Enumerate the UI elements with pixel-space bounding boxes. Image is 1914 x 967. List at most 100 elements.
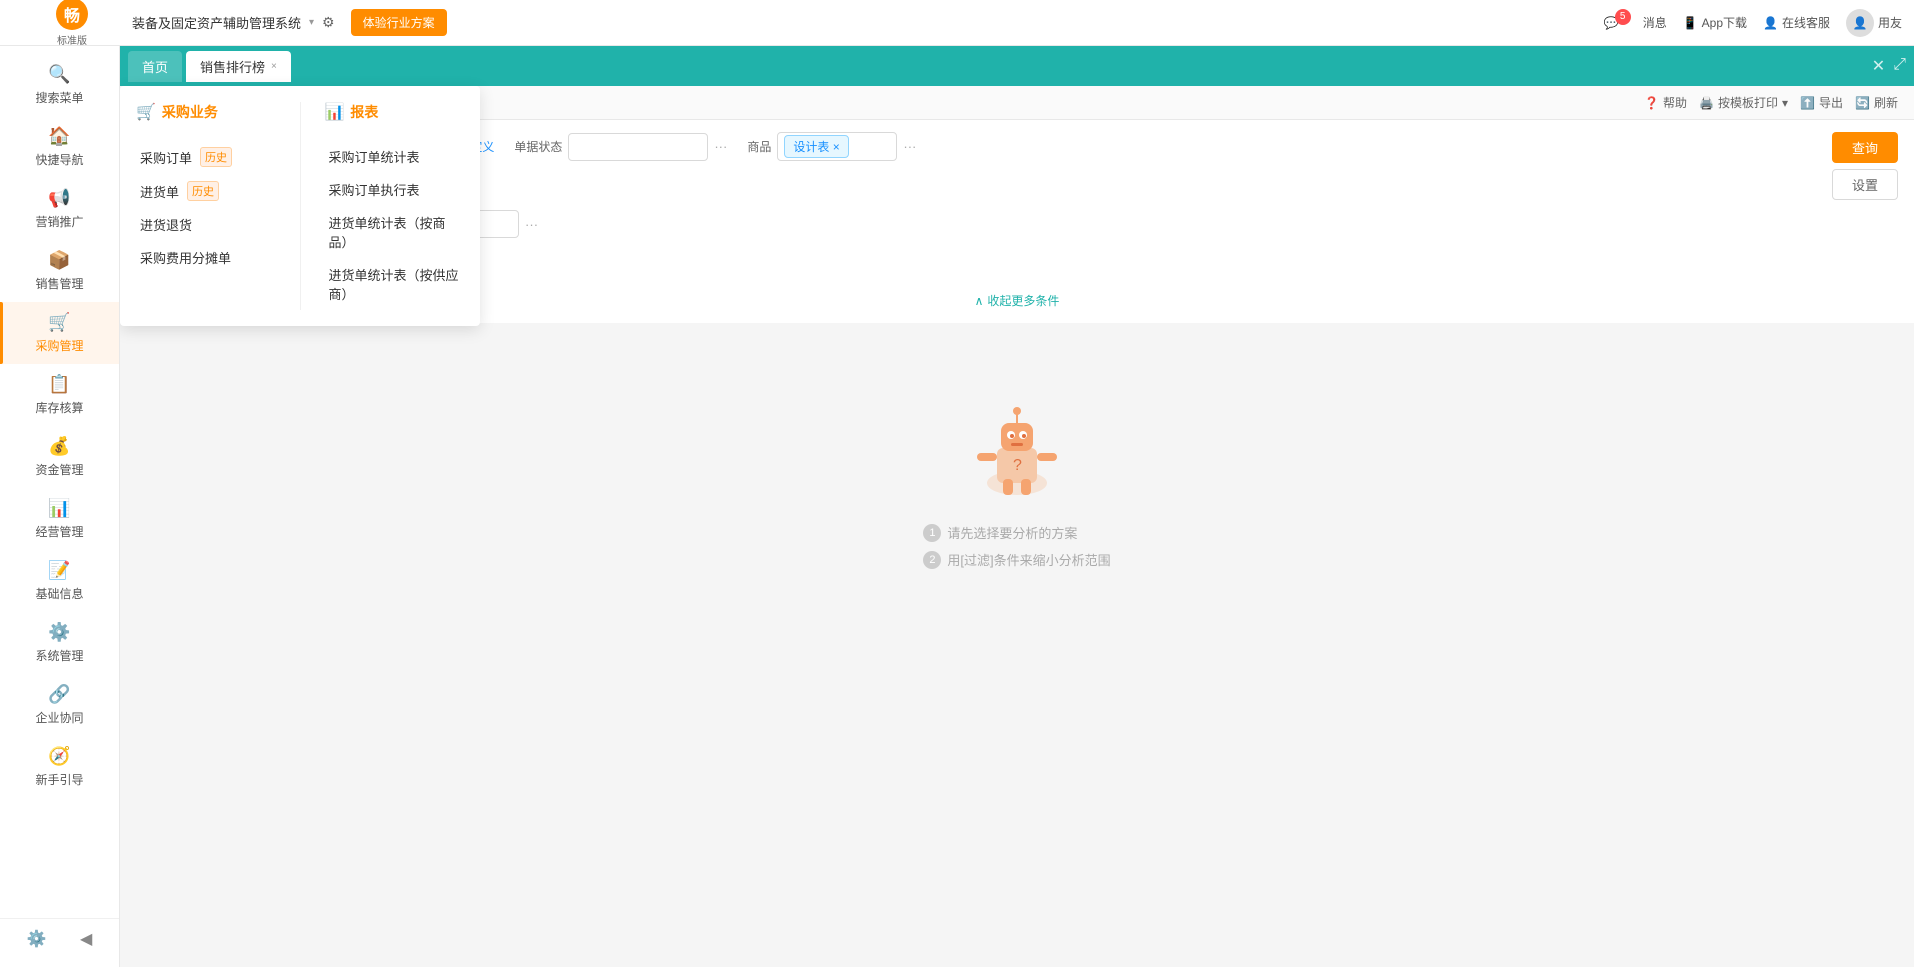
- doc-status-select[interactable]: [568, 133, 708, 161]
- purchase-col-title-text: 采购业务: [162, 102, 218, 122]
- tab-home[interactable]: 首页: [128, 51, 182, 82]
- tip-2-text: 用[过滤]条件来缩小分析范围: [947, 550, 1110, 569]
- purchase-expense-item[interactable]: 采购费用分摊单: [136, 241, 276, 274]
- message-item[interactable]: 💬 5 消息: [1604, 14, 1667, 31]
- stock-in-label: 进货单: [140, 182, 179, 201]
- purchase-order-label: 采购订单: [140, 148, 192, 167]
- print-btn[interactable]: 🖨️ 按模板打印 ▾: [1699, 94, 1788, 111]
- stock-in-by-supplier-item[interactable]: 进货单统计表（按供应商）: [325, 258, 465, 310]
- dropdown-separator: [300, 102, 301, 310]
- system-title-dropdown-icon[interactable]: ▾: [309, 17, 314, 28]
- industry-btn[interactable]: 体验行业方案: [351, 9, 447, 36]
- stock-in-item[interactable]: 进货单 历史: [136, 174, 276, 208]
- sidebar-item-basic-info-label: 基础信息: [35, 585, 83, 602]
- tab-home-label: 首页: [142, 57, 168, 76]
- bottom-settings-icon[interactable]: ⚙️: [27, 929, 47, 949]
- report-col: 📊 报表 采购订单统计表 采购订单执行表 进货单统计表（按商品） 进货单统计表（…: [325, 102, 465, 310]
- sidebar-item-operation[interactable]: 📊 经营管理: [0, 488, 119, 550]
- sidebar-item-operation-label: 经营管理: [35, 523, 83, 540]
- gear-icon: ⚙️: [48, 622, 70, 643]
- sidebar-item-quick-nav[interactable]: 🏠 快捷导航: [0, 116, 119, 178]
- app-download-label: App下载: [1702, 14, 1747, 31]
- sidebar-item-finance[interactable]: 💰 资金管理: [0, 426, 119, 488]
- sidebar-item-enterprise[interactable]: 🔗 企业协同: [0, 674, 119, 736]
- goods-more-icon[interactable]: ···: [903, 139, 916, 154]
- online-service-item[interactable]: 👤 在线客服: [1763, 14, 1830, 31]
- tab-close-all-icon[interactable]: ✕: [1872, 56, 1885, 76]
- report-col-icon: 📊: [325, 102, 345, 122]
- sidebar-item-marketing[interactable]: 📢 营销推广: [0, 178, 119, 240]
- sidebar-item-marketing-label: 营销推广: [35, 213, 83, 230]
- package-icon: 📦: [48, 250, 70, 271]
- sidebar-item-sales[interactable]: 📦 销售管理: [0, 240, 119, 302]
- sidebar-item-system-label: 系统管理: [35, 647, 83, 664]
- sidebar-item-inventory[interactable]: 📋 库存核算: [0, 364, 119, 426]
- refresh-label: 刷新: [1874, 94, 1898, 111]
- tab-bar: 首页 销售排行榜 × ✕ ⤢ 🛒 采购业务 采购订单: [120, 46, 1914, 86]
- sidebar-item-search-label: 搜索菜单: [35, 89, 83, 106]
- logo-area: 畅 标准版: [12, 0, 132, 47]
- doc-icon: 📝: [48, 560, 70, 581]
- collapse-label: 收起更多条件: [987, 292, 1059, 309]
- purchase-business-col-title: 🛒 采购业务: [136, 102, 276, 128]
- home-icon: 🏠: [48, 126, 70, 147]
- money-icon: 💰: [48, 436, 70, 457]
- user-item[interactable]: 👤 用友: [1846, 9, 1902, 37]
- app-download-item[interactable]: 📱 App下载: [1683, 14, 1747, 31]
- export-icon: ⬆️: [1800, 96, 1815, 110]
- salesperson-more-icon[interactable]: ···: [525, 217, 538, 232]
- export-label: 导出: [1819, 94, 1843, 111]
- doc-status-more-icon[interactable]: ···: [714, 139, 727, 154]
- purchase-order-summary-item[interactable]: 采购订单统计表: [325, 140, 465, 173]
- empty-tip-2: 2 用[过滤]条件来缩小分析范围: [923, 550, 1110, 569]
- stock-in-by-goods-item[interactable]: 进货单统计表（按商品）: [325, 206, 465, 258]
- tab-sales-ranking[interactable]: 销售排行榜 ×: [186, 51, 291, 82]
- svg-text:?: ?: [1013, 457, 1022, 474]
- tab-sales-ranking-label: 销售排行榜: [200, 57, 265, 76]
- empty-state: ? 1 请先选择要分析的方案 2 用[过滤]条件来缩小分析范围: [120, 323, 1914, 649]
- main-layout: 🔍 搜索菜单 🏠 快捷导航 📢 营销推广 📦 销售管理 🛒 采购管理 📋 库存核…: [0, 46, 1914, 967]
- purchase-order-item[interactable]: 采购订单 历史: [136, 140, 276, 174]
- system-title-area: 装备及固定资产辅助管理系统 ▾ ⚙ 体验行业方案: [132, 9, 1604, 36]
- refresh-btn[interactable]: 🔄 刷新: [1855, 94, 1898, 111]
- link-icon: 🔗: [48, 684, 70, 705]
- purchase-expense-label: 采购费用分摊单: [140, 248, 231, 267]
- sidebar-item-system[interactable]: ⚙️ 系统管理: [0, 612, 119, 674]
- settings-btn[interactable]: 设置: [1832, 169, 1898, 200]
- system-settings-icon[interactable]: ⚙: [322, 14, 335, 31]
- report-col-title: 📊 报表: [325, 102, 465, 128]
- clipboard-icon: 📋: [48, 374, 70, 395]
- collapse-filter-btn[interactable]: ∧ 收起更多条件: [975, 292, 1060, 309]
- sidebar-item-newbie[interactable]: 🧭 新手引导: [0, 736, 119, 798]
- service-icon: 👤: [1763, 16, 1778, 30]
- purchase-order-detail-item[interactable]: 采购订单执行表: [325, 173, 465, 206]
- purchase-order-history-badge[interactable]: 历史: [200, 147, 232, 167]
- stock-in-by-goods-label: 进货单统计表（按商品）: [329, 213, 461, 251]
- sidebar-item-purchase[interactable]: 🛒 采购管理: [0, 302, 119, 364]
- sidebar-item-quick-nav-label: 快捷导航: [35, 151, 83, 168]
- sidebar-bottom: ⚙️ ◀: [0, 918, 119, 959]
- sidebar-item-basic-info[interactable]: 📝 基础信息: [0, 550, 119, 612]
- export-btn[interactable]: ⬆️ 导出: [1800, 94, 1843, 111]
- tip-num-1: 1: [923, 524, 941, 542]
- sidebar-item-search[interactable]: 🔍 搜索菜单: [0, 54, 119, 116]
- stock-in-history-badge[interactable]: 历史: [187, 181, 219, 201]
- filter-actions: 查询 设置: [1832, 132, 1898, 200]
- goods-tag: 设计表 ×: [784, 135, 848, 158]
- collapse-sidebar-icon[interactable]: ◀: [80, 929, 92, 949]
- query-btn[interactable]: 查询: [1832, 132, 1898, 163]
- sidebar-item-purchase-label: 采购管理: [35, 337, 83, 354]
- print-label: 按模板打印: [1718, 94, 1778, 111]
- help-label: 帮助: [1663, 94, 1687, 111]
- goods-label: 商品: [747, 138, 771, 155]
- print-dropdown-icon[interactable]: ▾: [1782, 96, 1788, 110]
- tab-expand-icon[interactable]: ⤢: [1893, 56, 1906, 76]
- system-title-text: 装备及固定资产辅助管理系统: [132, 13, 301, 32]
- empty-tip-1: 1 请先选择要分析的方案: [923, 523, 1110, 542]
- return-goods-item[interactable]: 进货退货: [136, 208, 276, 241]
- tip-num-2: 2: [923, 551, 941, 569]
- help-btn[interactable]: ❓ 帮助: [1644, 94, 1687, 111]
- empty-tips: 1 请先选择要分析的方案 2 用[过滤]条件来缩小分析范围: [923, 523, 1110, 569]
- content-area: 首页 销售排行榜 × ✕ ⤢ 🛒 采购业务 采购订单: [120, 46, 1914, 967]
- tab-close-icon[interactable]: ×: [271, 61, 277, 72]
